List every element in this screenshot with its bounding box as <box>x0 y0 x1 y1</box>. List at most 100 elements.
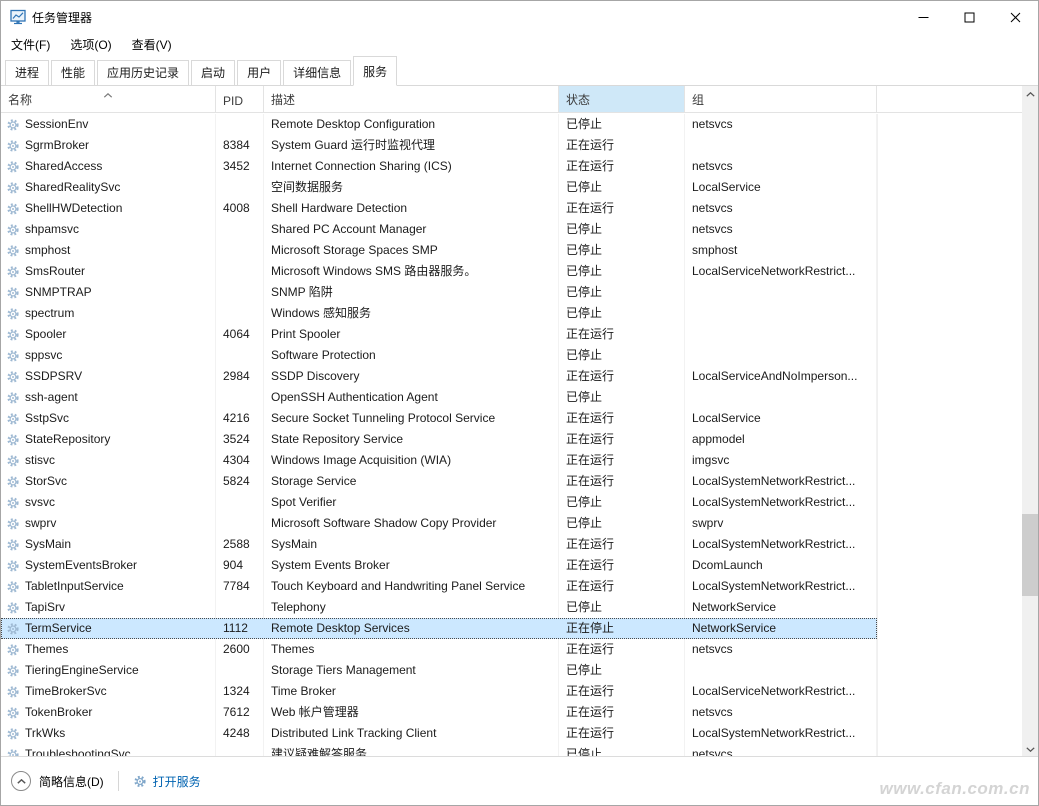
scroll-up-button[interactable] <box>1022 86 1038 103</box>
service-name: SessionEnv <box>25 114 88 135</box>
table-row[interactable]: SSDPSRV 2984 SSDP Discovery 正在运行 LocalSe… <box>1 366 877 387</box>
service-description: Time Broker <box>264 681 559 702</box>
tab-startup[interactable]: 启动 <box>191 60 235 85</box>
table-row[interactable]: StorSvc 5824 Storage Service 正在运行 LocalS… <box>1 471 877 492</box>
service-description: Shell Hardware Detection <box>264 198 559 219</box>
service-pid <box>216 513 264 534</box>
table-row[interactable]: TrkWks 4248 Distributed Link Tracking Cl… <box>1 723 877 744</box>
service-name: SNMPTRAP <box>25 282 92 303</box>
column-header-name[interactable]: 名称 <box>1 86 216 112</box>
open-services-link[interactable]: 打开服务 <box>133 773 201 790</box>
service-description: 空间数据服务 <box>264 177 559 198</box>
table-row[interactable]: SharedAccess 3452 Internet Connection Sh… <box>1 156 877 177</box>
service-pid <box>216 492 264 513</box>
service-pid: 7784 <box>216 576 264 597</box>
column-header-description[interactable]: 描述 <box>264 86 559 112</box>
table-row[interactable]: swprv Microsoft Software Shadow Copy Pro… <box>1 513 877 534</box>
service-status: 已停止 <box>559 513 685 534</box>
column-header-group[interactable]: 组 <box>685 86 877 112</box>
tab-users[interactable]: 用户 <box>237 60 281 85</box>
service-description: Windows Image Acquisition (WIA) <box>264 450 559 471</box>
table-row[interactable]: TapiSrv Telephony 已停止 NetworkService <box>1 597 877 618</box>
table-row[interactable]: TokenBroker 7612 Web 帐户管理器 正在运行 netsvcs <box>1 702 877 723</box>
service-status: 正在运行 <box>559 450 685 471</box>
service-group: LocalService <box>685 408 877 429</box>
minimize-button[interactable] <box>900 1 946 33</box>
service-gear-icon <box>6 223 20 237</box>
service-description: Remote Desktop Services <box>264 618 559 639</box>
service-pid <box>216 177 264 198</box>
service-name: TimeBrokerSvc <box>25 681 107 702</box>
table-row[interactable]: ssh-agent OpenSSH Authentication Agent 已… <box>1 387 877 408</box>
table-row[interactable]: Themes 2600 Themes 正在运行 netsvcs <box>1 639 877 660</box>
service-name: shpamsvc <box>25 219 79 240</box>
table-row[interactable]: TieringEngineService Storage Tiers Manag… <box>1 660 877 681</box>
table-row[interactable]: stisvc 4304 Windows Image Acquisition (W… <box>1 450 877 471</box>
table-row[interactable]: SmsRouter Microsoft Windows SMS 路由器服务。 已… <box>1 261 877 282</box>
service-description: Telephony <box>264 597 559 618</box>
close-button[interactable] <box>992 1 1038 33</box>
service-gear-icon <box>6 685 20 699</box>
table-row[interactable]: Spooler 4064 Print Spooler 正在运行 <box>1 324 877 345</box>
service-gear-icon <box>6 601 20 615</box>
table-row[interactable]: SystemEventsBroker 904 System Events Bro… <box>1 555 877 576</box>
service-gear-icon <box>6 181 20 195</box>
table-row[interactable]: StateRepository 3524 State Repository Se… <box>1 429 877 450</box>
scroll-up-icon <box>1026 92 1035 97</box>
chevron-up-circle-icon[interactable] <box>11 771 31 791</box>
table-row[interactable]: ShellHWDetection 4008 Shell Hardware Det… <box>1 198 877 219</box>
menu-options[interactable]: 选项(O) <box>70 34 120 55</box>
tab-details[interactable]: 详细信息 <box>283 60 351 85</box>
tab-services[interactable]: 服务 <box>353 56 397 86</box>
footer-divider <box>118 771 119 791</box>
table-row[interactable]: SharedRealitySvc 空间数据服务 已停止 LocalService <box>1 177 877 198</box>
service-description: Web 帐户管理器 <box>264 702 559 723</box>
table-row[interactable]: sppsvc Software Protection 已停止 <box>1 345 877 366</box>
service-name: sppsvc <box>25 345 62 366</box>
maximize-button[interactable] <box>946 1 992 33</box>
service-name: ShellHWDetection <box>25 198 122 219</box>
table-row[interactable]: svsvc Spot Verifier 已停止 LocalSystemNetwo… <box>1 492 877 513</box>
table-row[interactable]: TermService 1112 Remote Desktop Services… <box>1 618 877 639</box>
tab-app-history[interactable]: 应用历史记录 <box>97 60 189 85</box>
service-group <box>685 660 877 681</box>
service-pid: 3452 <box>216 156 264 177</box>
service-status: 正在运行 <box>559 471 685 492</box>
fewer-details-button[interactable]: 简略信息(D) <box>39 773 104 790</box>
service-name: ssh-agent <box>25 387 78 408</box>
tab-processes[interactable]: 进程 <box>5 60 49 85</box>
table-row[interactable]: TabletInputService 7784 Touch Keyboard a… <box>1 576 877 597</box>
service-group: NetworkService <box>685 618 877 639</box>
table-row[interactable]: SstpSvc 4216 Secure Socket Tunneling Pro… <box>1 408 877 429</box>
menu-view[interactable]: 查看(V) <box>132 34 181 55</box>
table-row[interactable]: SessionEnv Remote Desktop Configuration … <box>1 114 877 135</box>
table-row[interactable]: TimeBrokerSvc 1324 Time Broker 正在运行 Loca… <box>1 681 877 702</box>
scrollbar-thumb[interactable] <box>1022 514 1038 596</box>
service-status: 正在运行 <box>559 576 685 597</box>
service-status: 已停止 <box>559 219 685 240</box>
service-gear-icon <box>6 517 20 531</box>
service-name: stisvc <box>25 450 55 471</box>
table-row[interactable]: shpamsvc Shared PC Account Manager 已停止 n… <box>1 219 877 240</box>
service-description: Themes <box>264 639 559 660</box>
service-description: Microsoft Software Shadow Copy Provider <box>264 513 559 534</box>
table-row[interactable]: spectrum Windows 感知服务 已停止 <box>1 303 877 324</box>
service-group: netsvcs <box>685 156 877 177</box>
column-header-pid[interactable]: PID <box>216 86 264 112</box>
service-gear-icon <box>6 244 20 258</box>
service-gear-icon <box>6 412 20 426</box>
service-status: 正在运行 <box>559 324 685 345</box>
table-row[interactable]: smphost Microsoft Storage Spaces SMP 已停止… <box>1 240 877 261</box>
service-status: 正在运行 <box>559 429 685 450</box>
table-row[interactable]: SNMPTRAP SNMP 陷阱 已停止 <box>1 282 877 303</box>
service-group <box>685 282 877 303</box>
column-header-status[interactable]: 状态 <box>559 86 685 112</box>
service-description: State Repository Service <box>264 429 559 450</box>
service-name: TermService <box>25 618 92 639</box>
menu-file[interactable]: 文件(F) <box>11 34 59 55</box>
vertical-scrollbar[interactable] <box>1022 86 1038 758</box>
service-status: 正在运行 <box>559 135 685 156</box>
tab-performance[interactable]: 性能 <box>51 60 95 85</box>
table-row[interactable]: SysMain 2588 SysMain 正在运行 LocalSystemNet… <box>1 534 877 555</box>
table-row[interactable]: SgrmBroker 8384 System Guard 运行时监视代理 正在运… <box>1 135 877 156</box>
